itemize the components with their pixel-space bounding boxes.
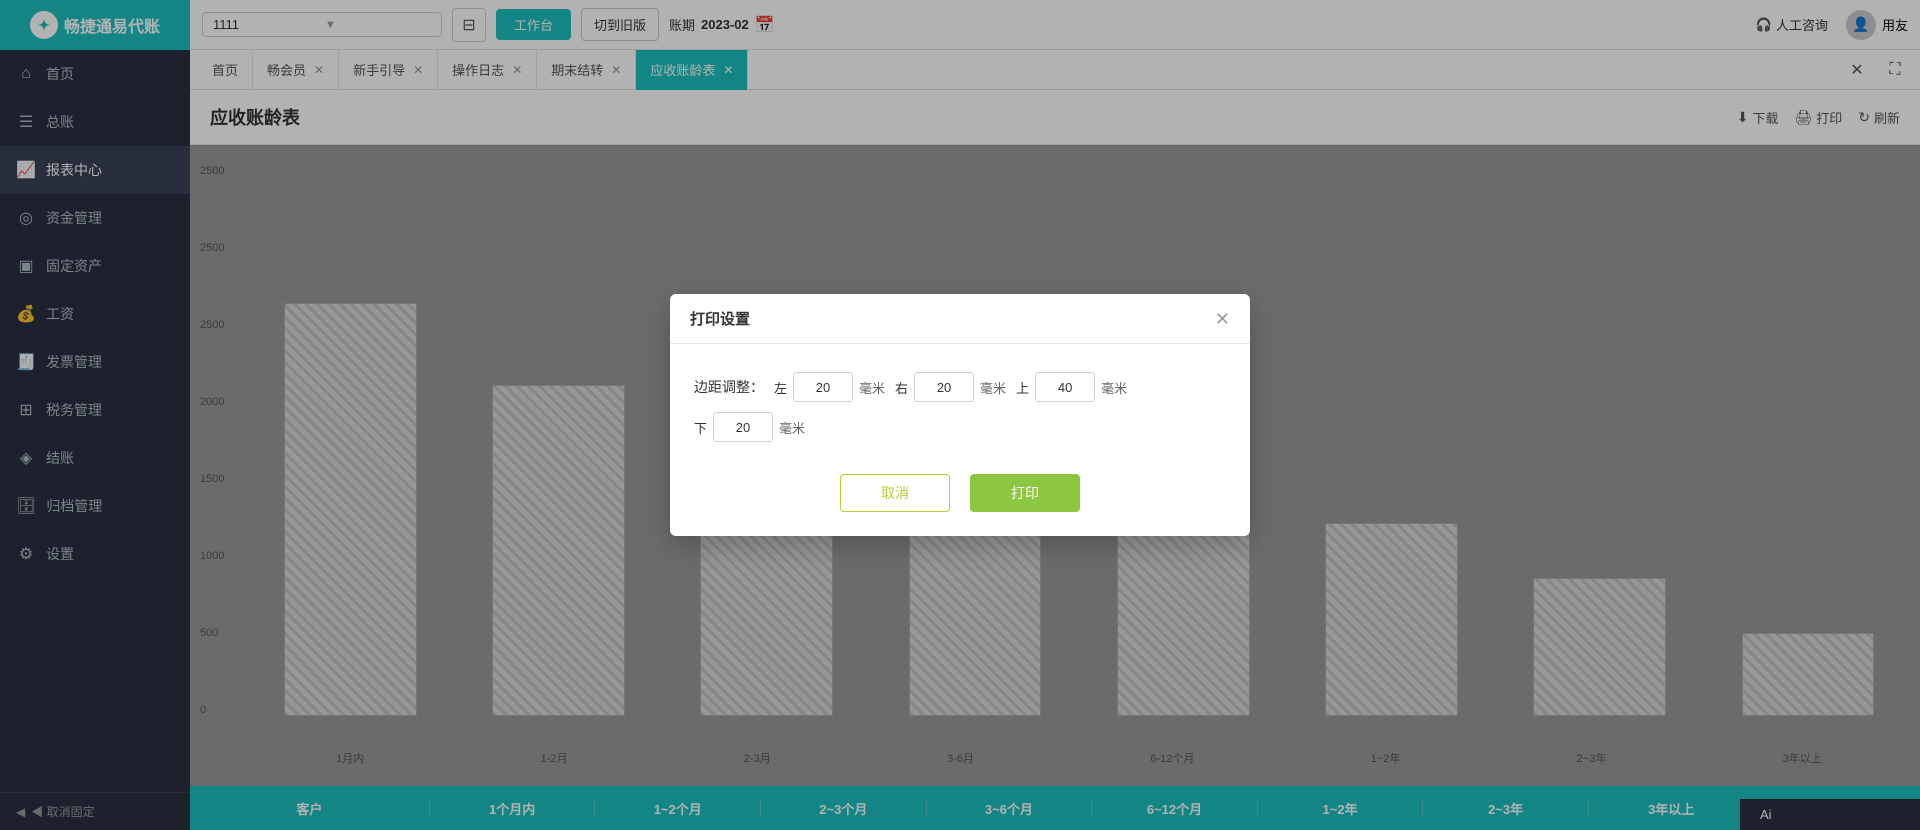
dialog-body: 边距调整： 左 毫米 右 毫米 上 毫米 下 [670,344,1250,462]
top-unit: 毫米 [1101,378,1127,397]
left-prefix: 左 [774,378,787,397]
right-margin-group: 右 毫米 [895,372,1006,402]
bottom-margin-input[interactable] [713,412,773,442]
dialog-close-button[interactable]: ✕ [1215,310,1230,328]
top-margin-group: 上 毫米 [1016,372,1127,402]
dialog-footer: 取消 打印 [670,462,1250,536]
left-margin-input[interactable] [793,372,853,402]
left-unit: 毫米 [859,378,885,397]
bottom-prefix: 下 [694,418,707,437]
top-margin-input[interactable] [1035,372,1095,402]
dialog-header: 打印设置 ✕ [670,294,1250,344]
modal-overlay: 打印设置 ✕ 边距调整： 左 毫米 右 毫米 上 毫米 [0,0,1920,830]
right-margin-input[interactable] [914,372,974,402]
print-settings-dialog: 打印设置 ✕ 边距调整： 左 毫米 右 毫米 上 毫米 [670,294,1250,536]
bottom-margin-group: 下 毫米 [694,412,805,442]
confirm-print-button[interactable]: 打印 [970,474,1080,512]
left-margin-group: 左 毫米 [774,372,885,402]
bottom-unit: 毫米 [779,418,805,437]
margin-row: 边距调整： 左 毫米 右 毫米 上 毫米 下 [694,372,1226,442]
dialog-title: 打印设置 [690,308,750,329]
right-prefix: 右 [895,378,908,397]
top-prefix: 上 [1016,378,1029,397]
cancel-button[interactable]: 取消 [840,474,950,512]
right-unit: 毫米 [980,378,1006,397]
margin-adjustment-label: 边距调整： [694,377,764,397]
